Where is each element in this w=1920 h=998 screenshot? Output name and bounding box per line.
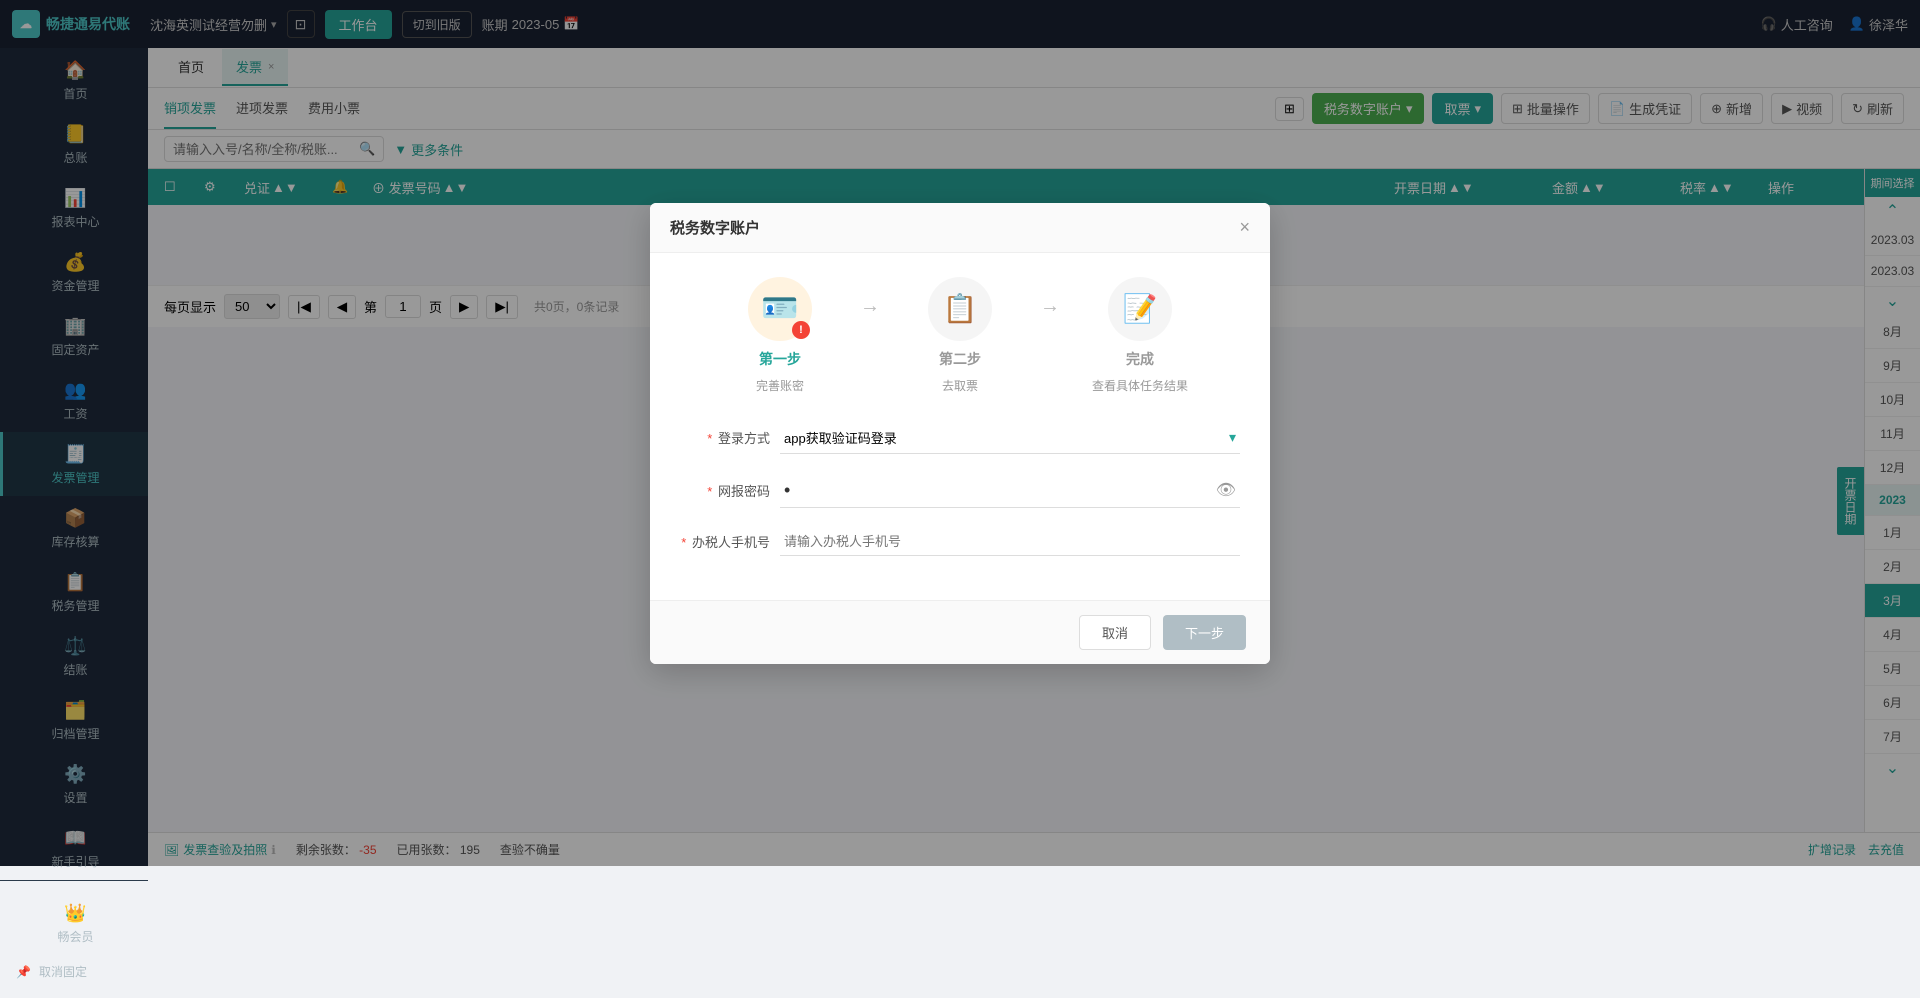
chevron-down-icon: ▾ bbox=[1229, 429, 1236, 446]
modal-footer: 取消 下一步 bbox=[650, 600, 1270, 664]
login-method-value: app获取验证码登录 bbox=[784, 428, 897, 447]
sidebar-item-label: 畅会员 bbox=[57, 928, 93, 945]
id-card-icon: 🪪 bbox=[761, 291, 798, 326]
step-arrow-2: → bbox=[1040, 277, 1060, 318]
document-icon: 📋 bbox=[943, 292, 978, 325]
password-field-wrap: 👁 bbox=[780, 474, 1240, 508]
password-label: * 网报密码 bbox=[680, 481, 770, 500]
password-row: * 网报密码 👁 bbox=[680, 474, 1240, 508]
modal-overlay[interactable]: 税务数字账户 × 🪪 ! 第一步 完善账密 → bbox=[0, 0, 1920, 866]
login-method-select[interactable]: app获取验证码登录 ▾ bbox=[780, 422, 1240, 454]
step-2: 📋 第二步 去取票 bbox=[880, 277, 1040, 394]
cancel-pin-label: 取消固定 bbox=[39, 963, 87, 980]
steps-indicator: 🪪 ! 第一步 完善账密 → 📋 第二步 去取票 → bbox=[680, 277, 1240, 394]
step-1: 🪪 ! 第一步 完善账密 bbox=[700, 277, 860, 394]
tax-account-modal: 税务数字账户 × 🪪 ! 第一步 完善账密 → bbox=[650, 203, 1270, 664]
step-arrow-1: → bbox=[860, 277, 880, 318]
login-method-row: * 登录方式 app获取验证码登录 ▾ bbox=[680, 422, 1240, 454]
step-2-label: 第二步 bbox=[939, 349, 981, 369]
cancel-pin-button[interactable]: 📌 取消固定 bbox=[0, 955, 148, 988]
modal-form: * 登录方式 app获取验证码登录 ▾ * 网报密码 bbox=[680, 422, 1240, 556]
cancel-button[interactable]: 取消 bbox=[1079, 615, 1151, 650]
step-2-icon-wrap: 📋 bbox=[928, 277, 992, 341]
step-1-badge: ! bbox=[792, 321, 810, 339]
sidebar-bottom: 👑 畅会员 📌 取消固定 bbox=[0, 880, 148, 998]
step-1-icon-wrap: 🪪 ! bbox=[748, 277, 812, 341]
modal-header: 税务数字账户 × bbox=[650, 203, 1270, 253]
phone-label: * 办税人手机号 bbox=[680, 532, 770, 551]
pin-icon: 📌 bbox=[16, 965, 31, 979]
step-1-desc: 完善账密 bbox=[756, 377, 804, 394]
phone-row: * 办税人手机号 bbox=[680, 528, 1240, 556]
required-mark: * bbox=[707, 431, 712, 446]
required-mark: * bbox=[681, 535, 686, 550]
modal-close-button[interactable]: × bbox=[1239, 218, 1250, 236]
clipboard-icon: 📝 bbox=[1123, 292, 1158, 325]
modal-body: 🪪 ! 第一步 完善账密 → 📋 第二步 去取票 → bbox=[650, 253, 1270, 600]
step-2-desc: 去取票 bbox=[942, 377, 978, 394]
modal-title: 税务数字账户 bbox=[670, 217, 760, 238]
step-1-label: 第一步 bbox=[759, 349, 801, 369]
login-method-label: * 登录方式 bbox=[680, 428, 770, 447]
next-button[interactable]: 下一步 bbox=[1163, 615, 1246, 650]
required-mark: * bbox=[707, 484, 712, 499]
step-3: 📝 完成 查看具体任务结果 bbox=[1060, 277, 1220, 394]
step-3-icon-wrap: 📝 bbox=[1108, 277, 1172, 341]
sidebar-item-member[interactable]: 👑 畅会员 bbox=[0, 891, 148, 955]
member-icon: 👑 bbox=[64, 903, 86, 924]
step-3-label: 完成 bbox=[1126, 349, 1154, 369]
step-3-desc: 查看具体任务结果 bbox=[1092, 377, 1188, 394]
password-toggle-icon[interactable]: 👁 bbox=[1216, 480, 1236, 500]
phone-input[interactable] bbox=[780, 528, 1240, 556]
password-input[interactable] bbox=[784, 480, 1216, 501]
